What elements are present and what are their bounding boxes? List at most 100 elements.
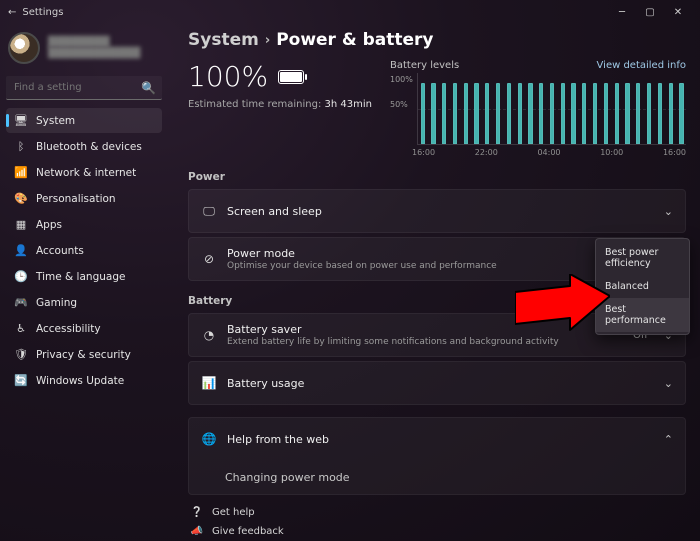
chart-bar [636, 83, 640, 144]
chart-bar [431, 83, 435, 144]
help-link-label: Changing power mode [225, 471, 673, 484]
chevron-up-icon: ⌃ [664, 433, 673, 446]
sidebar-item-update[interactable]: 🔄Windows Update [6, 368, 162, 393]
power-mode-dropdown[interactable]: Best power efficiency Balanced Best perf… [595, 238, 690, 335]
x-label: 16:00 [663, 148, 686, 157]
y-label: 50% [390, 100, 413, 109]
bluetooth-icon: ᛒ [14, 140, 28, 153]
chart-bar [679, 83, 683, 144]
chart-bar [518, 83, 522, 144]
sidebar-item-privacy[interactable]: 🛡 Privacy & security [6, 342, 162, 367]
gamepad-icon: 🎮 [14, 296, 28, 309]
sidebar-item-label: Apps [36, 219, 62, 231]
chart-icon: 📊 [201, 376, 217, 390]
chart-bar [528, 83, 532, 144]
shield-icon: 🛡 [14, 348, 28, 361]
battery-icon [278, 70, 304, 84]
option-balanced[interactable]: Balanced [596, 275, 689, 298]
sidebar-item-accounts[interactable]: 👤 Accounts [6, 238, 162, 263]
profile-name: ████████ [48, 37, 140, 48]
chart-bar [658, 83, 662, 144]
chart-bar [421, 83, 425, 144]
minimize-button[interactable]: ─ [608, 2, 636, 22]
sidebar-item-label: Privacy & security [36, 349, 131, 361]
profile-email: ████████████ [48, 48, 140, 59]
battery-chart: Battery levels View detailed info 100% 5… [390, 60, 686, 157]
sidebar-item-label: Network & internet [36, 167, 136, 179]
sidebar-item-accessibility[interactable]: ♿Accessibility [6, 316, 162, 341]
screen-icon: 🖵 [201, 204, 217, 219]
y-label: 100% [390, 75, 413, 84]
sidebar-item-network[interactable]: 📶 Network & internet [6, 160, 162, 185]
wifi-icon: 📶 [14, 166, 28, 179]
chart-bar [507, 83, 511, 144]
row-battery-usage[interactable]: 📊 Battery usage ⌄ [189, 362, 685, 404]
avatar [8, 32, 40, 64]
back-icon[interactable]: ← [8, 7, 16, 18]
chart-bar [550, 83, 554, 144]
apps-icon: ▦ [14, 218, 28, 231]
titlebar: ← Settings ─ ▢ ✕ [0, 0, 700, 24]
sidebar-item-bluetooth[interactable]: ᛒ Bluetooth & devices [6, 134, 162, 159]
estimated-value: 3h 43min [325, 99, 372, 110]
search-input[interactable] [6, 76, 162, 100]
chevron-down-icon: ⌄ [664, 205, 673, 218]
sidebar-item-label: Accessibility [36, 323, 101, 335]
section-header-power: Power [188, 171, 686, 183]
get-help-link[interactable]: ❔ Get help [188, 503, 686, 522]
x-label: 16:00 [412, 148, 435, 157]
chart-bar [604, 83, 608, 144]
brush-icon: 🎨 [14, 192, 28, 205]
content-pane: System › Power & battery 100% Estimated … [168, 24, 700, 541]
row-help-web[interactable]: 🌐 Help from the web ⌃ [189, 418, 685, 460]
chart-bar [669, 83, 673, 144]
chart-bar [485, 83, 489, 144]
option-best-efficiency[interactable]: Best power efficiency [596, 241, 689, 275]
view-detailed-link[interactable]: View detailed info [597, 60, 686, 71]
row-screen-sleep[interactable]: 🖵 Screen and sleep ⌄ [189, 190, 685, 232]
person-icon: 👤 [14, 244, 28, 257]
chart-title: Battery levels [390, 60, 459, 71]
sidebar-item-label: System [36, 115, 75, 127]
sidebar-item-time[interactable]: 🕒Time & language [6, 264, 162, 289]
chart-bar [442, 83, 446, 144]
breadcrumb-root[interactable]: System [188, 30, 259, 50]
row-title: Screen and sleep [227, 205, 654, 218]
sidebar-item-label: Gaming [36, 297, 77, 309]
search-icon: 🔍 [141, 81, 156, 95]
sidebar-item-system[interactable]: 🖥System [6, 108, 162, 133]
window-title: Settings [22, 7, 63, 18]
chart-bar [474, 83, 478, 144]
sidebar-item-label: Personalisation [36, 193, 116, 205]
leaf-icon: ◔ [201, 328, 217, 342]
battery-percent: 100% [188, 60, 268, 93]
chart-bar [561, 83, 565, 144]
sidebar-item-apps[interactable]: ▦ Apps [6, 212, 162, 237]
gauge-icon: ⊘ [201, 252, 217, 266]
chart-bar [625, 83, 629, 144]
row-title: Battery saver [227, 323, 623, 336]
row-subtitle: Extend battery life by limiting some not… [227, 337, 623, 347]
sidebar-item-personalisation[interactable]: 🎨 Personalisation [6, 186, 162, 211]
search-box[interactable]: 🔍 [6, 76, 162, 100]
chart-bar [496, 83, 500, 144]
close-button[interactable]: ✕ [664, 2, 692, 22]
maximize-button[interactable]: ▢ [636, 2, 664, 22]
chart-bar [593, 83, 597, 144]
sidebar-item-gaming[interactable]: 🎮 Gaming [6, 290, 162, 315]
page-title: Power & battery [276, 30, 433, 50]
sidebar-item-label: Accounts [36, 245, 84, 257]
chart-bar [453, 83, 457, 144]
profile-block[interactable]: ████████ ████████████ [6, 28, 162, 72]
help-icon: ❔ [190, 507, 204, 518]
chart-bar [647, 83, 651, 144]
option-best-performance[interactable]: Best performance [596, 298, 689, 332]
sidebar: ████████ ████████████ 🔍 🖥System ᛒ Bluetoo… [0, 24, 168, 541]
row-title: Battery usage [227, 377, 654, 390]
give-feedback-link[interactable]: 📣 Give feedback [188, 522, 686, 541]
help-link-changing-power-mode[interactable]: Changing power mode [189, 460, 685, 494]
chevron-right-icon: › [265, 33, 270, 48]
chart-bar [464, 83, 468, 144]
update-icon: 🔄 [14, 374, 28, 387]
sidebar-item-label: Bluetooth & devices [36, 141, 142, 153]
